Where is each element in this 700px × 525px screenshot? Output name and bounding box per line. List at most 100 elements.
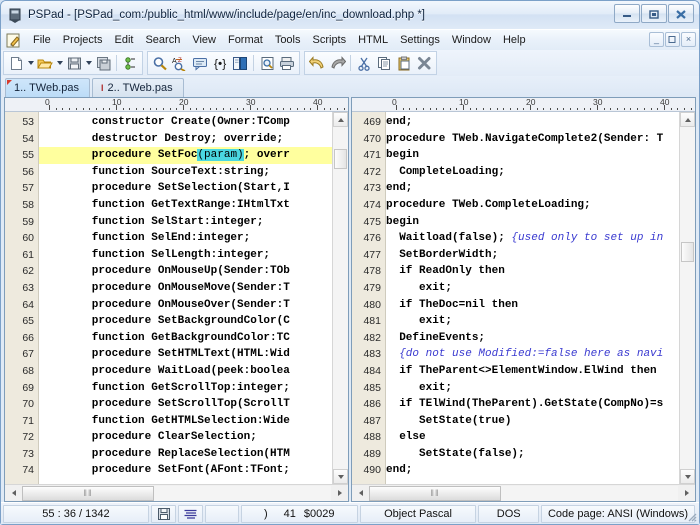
code-line[interactable]: SetBorderWidth; xyxy=(386,247,679,264)
code-line[interactable]: if TheDoc=nil then xyxy=(386,297,679,314)
new-file-button[interactable] xyxy=(6,53,26,73)
code-line[interactable]: procedure SetBackgroundColor(C xyxy=(39,313,332,330)
horizontal-scrollbar-left[interactable]: ‖‖ xyxy=(5,484,348,501)
status-line-ending[interactable]: DOS xyxy=(478,505,539,523)
code-line[interactable]: procedure OnMouseUp(Sender:TOb xyxy=(39,263,332,280)
code-line[interactable]: end; xyxy=(386,462,679,479)
code-line[interactable]: procedure WaitLoad(peek:boolea xyxy=(39,363,332,380)
status-codepage[interactable]: Code page: ANSI (Windows) xyxy=(541,505,695,523)
code-line[interactable]: function GetHTMLSelection:Wide xyxy=(39,413,332,430)
vertical-scrollbar-left[interactable] xyxy=(332,112,348,484)
open-file-dropdown[interactable] xyxy=(55,53,64,73)
mdi-close-button[interactable]: × xyxy=(681,32,696,47)
code-line[interactable]: DefineEvents; xyxy=(386,330,679,347)
ftp-connect-button[interactable] xyxy=(120,53,140,73)
code-line[interactable]: begin xyxy=(386,147,679,164)
find-replace-button[interactable]: A Z xyxy=(170,53,190,73)
menu-item-format[interactable]: Format xyxy=(222,31,269,49)
hscroll-track-right[interactable]: ‖‖ xyxy=(369,486,678,501)
print-button[interactable] xyxy=(277,53,297,73)
print-preview-button[interactable] xyxy=(257,53,277,73)
scroll-track-right[interactable] xyxy=(680,127,695,469)
dictionary-button[interactable] xyxy=(230,53,250,73)
code-line[interactable]: procedure OnMouseMove(Sender:T xyxy=(39,280,332,297)
code-line[interactable]: procedure SetHTMLText(HTML:Wid xyxy=(39,346,332,363)
hscroll-left-button-right[interactable] xyxy=(353,486,368,501)
scroll-down-button-right[interactable] xyxy=(680,469,695,484)
code-line[interactable]: function SelLength:integer; xyxy=(39,247,332,264)
save-all-button[interactable] xyxy=(93,53,113,73)
code-line[interactable]: Waitload(false); {used only to set up in xyxy=(386,230,679,247)
code-line[interactable]: {do not use Modified:=false here as navi xyxy=(386,346,679,363)
code-line[interactable]: exit; xyxy=(386,313,679,330)
document-edit-icon[interactable] xyxy=(6,33,22,48)
open-file-button[interactable] xyxy=(35,53,55,73)
hscroll-left-button-left[interactable] xyxy=(6,486,21,501)
code-line[interactable]: if TheParent<>ElementWindow.ElWind then xyxy=(386,363,679,380)
menu-item-window[interactable]: Window xyxy=(446,31,497,49)
code-line[interactable]: procedure SetScrollTop(ScrollT xyxy=(39,396,332,413)
save-file-button[interactable] xyxy=(64,53,84,73)
find-button[interactable] xyxy=(150,53,170,73)
code-line[interactable]: procedure SetFoc(param); overr xyxy=(39,147,332,164)
mdi-minimize-button[interactable]: _ xyxy=(649,32,664,47)
braces-button[interactable]: {•} xyxy=(210,53,230,73)
status-language[interactable]: Object Pascal xyxy=(360,505,477,523)
save-file-dropdown[interactable] xyxy=(84,53,93,73)
code-line[interactable]: function SelStart:integer; xyxy=(39,214,332,231)
code-line[interactable]: function SelEnd:integer; xyxy=(39,230,332,247)
code-line[interactable]: destructor Destroy; override; xyxy=(39,131,332,148)
scroll-thumb-left[interactable] xyxy=(334,149,347,169)
scroll-thumb-right[interactable] xyxy=(681,242,694,262)
code-line[interactable]: procedure SetSelection(Start,I xyxy=(39,180,332,197)
code-line[interactable]: if ReadOnly then xyxy=(386,263,679,280)
menu-item-help[interactable]: Help xyxy=(497,31,532,49)
hscroll-track-left[interactable]: ‖‖ xyxy=(22,486,331,501)
horizontal-scrollbar-right[interactable]: ‖‖ xyxy=(352,484,695,501)
redo-button[interactable] xyxy=(327,53,347,73)
undo-button[interactable] xyxy=(307,53,327,73)
code-line[interactable]: CompleteLoading; xyxy=(386,164,679,181)
hscroll-thumb-left[interactable]: ‖‖ xyxy=(22,486,154,501)
code-line[interactable]: end; xyxy=(386,114,679,131)
menu-item-view[interactable]: View xyxy=(186,31,222,49)
code-line[interactable]: procedure ClearSelection; xyxy=(39,429,332,446)
status-save-state[interactable] xyxy=(151,505,176,523)
tab-tweb-pas-1[interactable]: 1.. TWeb.pas xyxy=(5,78,90,97)
menu-item-scripts[interactable]: Scripts xyxy=(307,31,353,49)
code-text-left[interactable]: constructor Create(Owner:TComp destructo… xyxy=(39,112,332,484)
copy-button[interactable] xyxy=(374,53,394,73)
tab-tweb-pas-2[interactable]: I 2.. TWeb.pas xyxy=(92,78,184,97)
menu-item-projects[interactable]: Projects xyxy=(57,31,109,49)
comment-button[interactable] xyxy=(190,53,210,73)
code-line[interactable]: procedure TWeb.CompleteLoading; xyxy=(386,197,679,214)
code-line[interactable]: function GetTextRange:IHtmlTxt xyxy=(39,197,332,214)
new-file-dropdown[interactable] xyxy=(26,53,35,73)
scroll-up-button-right[interactable] xyxy=(680,112,695,127)
hscroll-thumb-right[interactable]: ‖‖ xyxy=(369,486,501,501)
code-line[interactable]: else xyxy=(386,429,679,446)
menu-item-search[interactable]: Search xyxy=(139,31,186,49)
maximize-button[interactable] xyxy=(641,4,667,23)
paste-button[interactable] xyxy=(394,53,414,73)
code-line[interactable]: constructor Create(Owner:TComp xyxy=(39,114,332,131)
menu-item-file[interactable]: File xyxy=(27,31,57,49)
menu-item-tools[interactable]: Tools xyxy=(269,31,307,49)
code-text-right[interactable]: end;procedure TWeb.NavigateComplete2(Sen… xyxy=(386,112,679,484)
delete-button[interactable] xyxy=(414,53,434,73)
code-line[interactable]: SetState(true) xyxy=(386,413,679,430)
hscroll-right-button-right[interactable] xyxy=(679,486,694,501)
scroll-down-button-left[interactable] xyxy=(333,469,348,484)
menu-item-edit[interactable]: Edit xyxy=(108,31,139,49)
minimize-button[interactable] xyxy=(614,4,640,23)
code-line[interactable]: procedure ReplaceSelection(HTM xyxy=(39,446,332,463)
code-line[interactable]: procedure OnMouseOver(Sender:T xyxy=(39,297,332,314)
mdi-restore-button[interactable] xyxy=(665,32,680,47)
code-line[interactable]: procedure TWeb.NavigateComplete2(Sender:… xyxy=(386,131,679,148)
scroll-track-left[interactable] xyxy=(333,127,348,469)
code-line[interactable]: procedure SetFont(AFont:TFont; xyxy=(39,462,332,479)
code-line[interactable]: function GetBackgroundColor:TC xyxy=(39,330,332,347)
code-line[interactable]: exit; xyxy=(386,280,679,297)
code-line[interactable]: SetState(false); xyxy=(386,446,679,463)
code-line[interactable]: function SourceText:string; xyxy=(39,164,332,181)
